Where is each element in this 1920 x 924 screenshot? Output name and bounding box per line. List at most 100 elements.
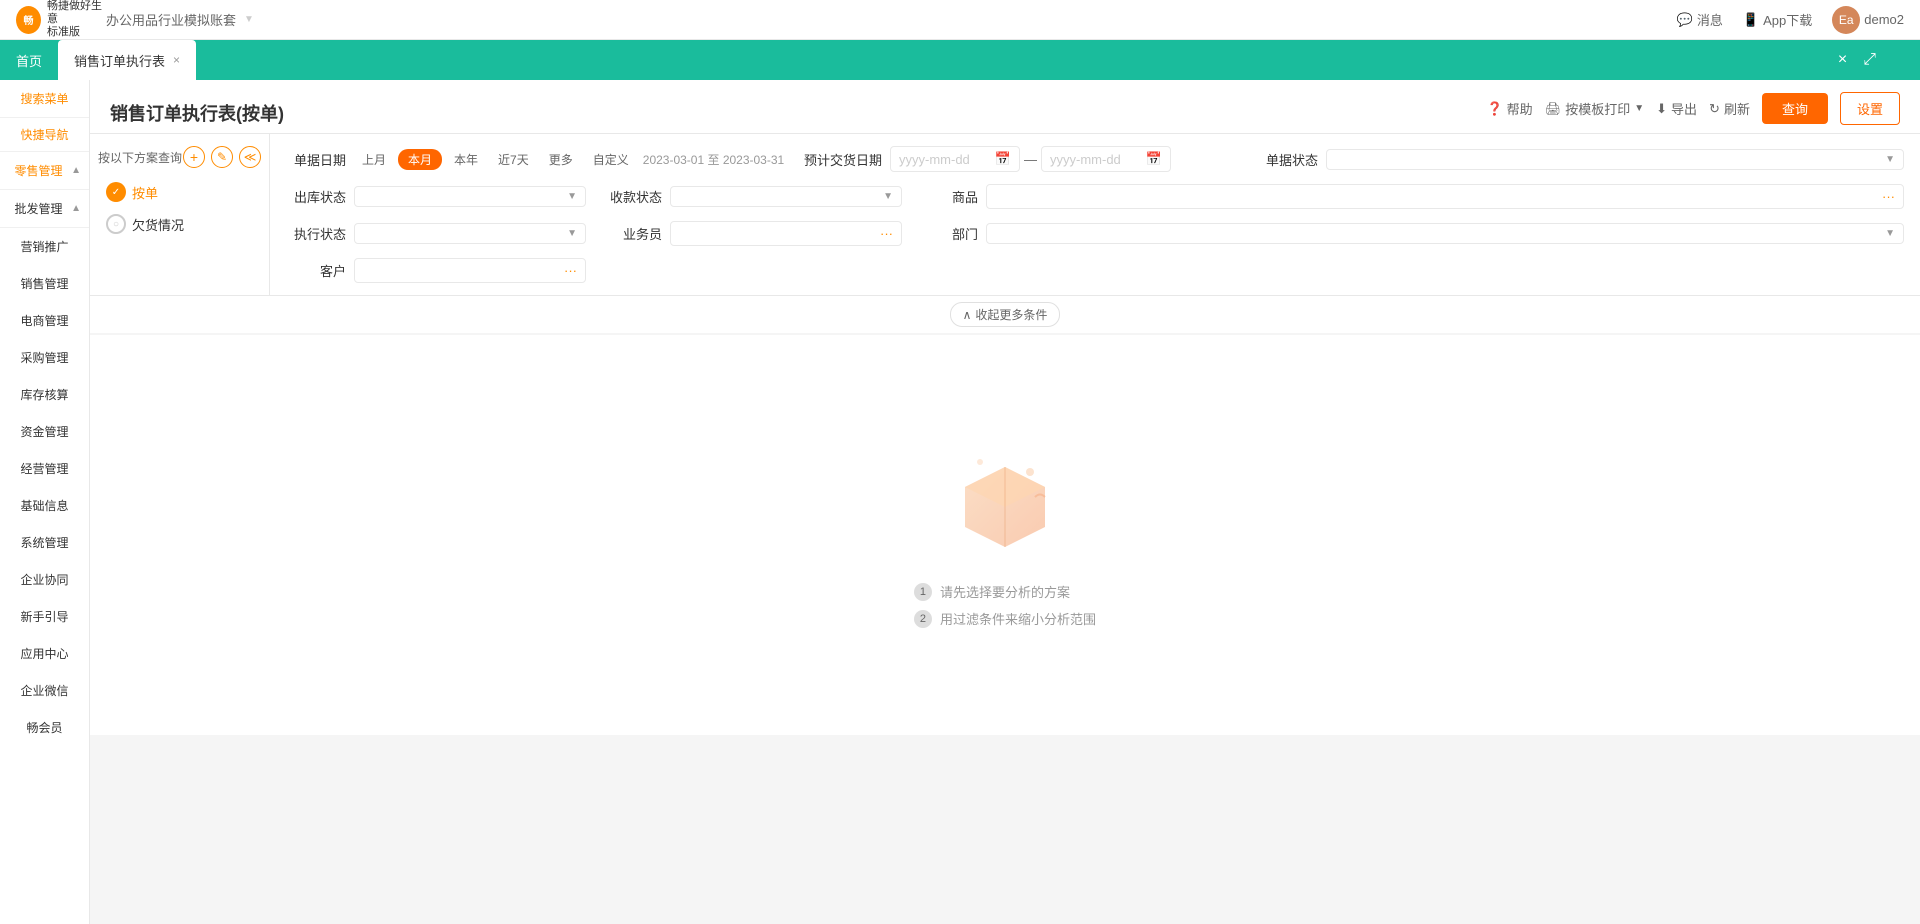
breadcrumb-arrow-icon: ▼ (244, 14, 254, 25)
sidebar-item-purchase[interactable]: 采购管理 (0, 339, 89, 376)
filter-field-order-status: 单据状态 ▼ (1258, 149, 1904, 170)
goods-dots: ··· (1882, 189, 1895, 204)
delivery-date-end[interactable]: yyyy-mm-dd 📅 (1041, 146, 1171, 172)
sidebar-item-sales[interactable]: 销售管理 (0, 265, 89, 302)
delivery-status-caret-icon: ▼ (567, 191, 577, 202)
help-button[interactable]: ❓ 帮助 (1486, 99, 1532, 118)
filter-field-goods: 商品 ··· (918, 184, 1904, 209)
calendar-end-icon: 📅 (1146, 151, 1162, 167)
delivery-label: 预计交货日期 (802, 150, 882, 169)
export-button[interactable]: ⬇ 导出 (1656, 99, 1697, 118)
refresh-button[interactable]: ↻ 刷新 (1709, 99, 1750, 118)
date-tab-custom[interactable]: 自定义 (585, 149, 637, 170)
delivery-status-label: 出库状态 (286, 187, 346, 206)
sidebar-item-app-center[interactable]: 应用中心 (0, 635, 89, 672)
sidebar-item-operations[interactable]: 经营管理 (0, 450, 89, 487)
salesman-label: 业务员 (602, 224, 662, 243)
sidebar-item-retail[interactable]: 零售管理 ▲ (0, 152, 89, 189)
layout: 搜索菜单 快捷导航 零售管理 ▲ 批发管理 ▲ 营销推广 销售管理 电商管理 采 (0, 0, 1920, 924)
query-button[interactable]: 查询 (1762, 93, 1828, 124)
empty-tips: 1 请先选择要分析的方案 2 用过滤条件来缩小分析范围 (914, 582, 1096, 628)
plan-item-order[interactable]: ✓ 按单 (98, 176, 261, 208)
sidebar-item-inventory[interactable]: 库存核算 (0, 376, 89, 413)
tab-close-icon[interactable]: × (173, 53, 180, 67)
message-icon: 💬 (1677, 12, 1693, 28)
department-select[interactable]: ▼ (986, 223, 1904, 244)
plan-shortage-icon: ○ (106, 214, 126, 234)
empty-state: 1 请先选择要分析的方案 2 用过滤条件来缩小分析范围 (90, 335, 1920, 735)
sidebar-item-wholesale[interactable]: 批发管理 ▲ (0, 190, 89, 227)
empty-tip-1: 1 请先选择要分析的方案 (914, 582, 1096, 601)
sidebar-item-enterprise[interactable]: 企业协同 (0, 561, 89, 598)
payment-status-label: 收款状态 (602, 187, 662, 206)
execution-status-select[interactable]: ▼ (354, 223, 586, 244)
order-status-select[interactable]: ▼ (1326, 149, 1904, 170)
execution-status-caret-icon: ▼ (567, 228, 577, 239)
date-tab-this-year[interactable]: 本年 (446, 149, 486, 170)
sidebar-item-ecommerce[interactable]: 电商管理 (0, 302, 89, 339)
date-range-delivery: yyyy-mm-dd 📅 — yyyy-mm-dd 📅 (890, 146, 1171, 172)
plan-item-shortage[interactable]: ○ 欠货情况 (98, 208, 261, 240)
window-close-button[interactable]: × (1834, 47, 1851, 73)
sidebar-quick-nav[interactable]: 快捷导航 (0, 118, 89, 152)
goods-label: 商品 (918, 187, 978, 206)
sidebar-item-system[interactable]: 系统管理 (0, 524, 89, 561)
date-tab-last-month[interactable]: 上月 (354, 149, 394, 170)
order-status-caret-icon: ▼ (1885, 154, 1895, 165)
window-maximize-button[interactable]: ⤢ (1859, 47, 1880, 73)
collapse-left-button[interactable]: ≪ (239, 146, 261, 168)
salesman-select[interactable]: ··· (670, 221, 902, 246)
collapse-icon: ∧ (963, 308, 972, 322)
customer-select[interactable]: ··· (354, 258, 586, 283)
settings-button[interactable]: 设置 (1840, 92, 1900, 125)
filter-field-execution-status: 执行状态 ▼ (286, 223, 586, 244)
app-download-button[interactable]: 📱 App下载 (1743, 10, 1812, 29)
breadcrumb[interactable]: 办公用品行业模拟账套 ▼ (106, 10, 1677, 29)
delivery-date-start[interactable]: yyyy-mm-dd 📅 (890, 146, 1020, 172)
filter-row-3: 执行状态 ▼ 业务员 ··· (286, 221, 1904, 246)
date-tab-this-month[interactable]: 本月 (398, 149, 442, 170)
sidebar-item-member[interactable]: 畅会员 (0, 709, 89, 746)
date-label: 单据日期 (286, 150, 346, 169)
sidebar: 搜索菜单 快捷导航 零售管理 ▲ 批发管理 ▲ 营销推广 销售管理 电商管理 采 (0, 80, 90, 924)
date-tab-more[interactable]: 更多 (541, 149, 581, 170)
main-content: 销售订单执行表(按单) ❓ 帮助 🖨 按模板打印 ▼ ⬇ 导出 ↻ 刷新 (90, 80, 1920, 924)
logo-icon: 畅 (16, 6, 41, 34)
print-button[interactable]: 🖨 按模板打印 ▼ (1545, 99, 1644, 118)
edit-plan-button[interactable]: ✎ (211, 146, 233, 168)
goods-select[interactable]: ··· (986, 184, 1904, 209)
sidebar-item-marketing[interactable]: 营销推广 (0, 228, 89, 265)
filter-rows: 单据日期 上月 本月 本年 近7天 更多 自定义 20 (286, 146, 1904, 283)
tab-home[interactable]: 首页 (0, 40, 58, 80)
sidebar-item-finance[interactable]: 资金管理 (0, 413, 89, 450)
retail-arrow-icon: ▲ (71, 165, 81, 176)
message-button[interactable]: 💬 消息 (1677, 10, 1723, 29)
collapse-button[interactable]: ∧ 收起更多条件 (950, 302, 1061, 327)
breadcrumb-text: 办公用品行业模拟账套 (106, 10, 236, 29)
sidebar-item-wechat[interactable]: 企业微信 (0, 672, 89, 709)
filter-field-delivery-status: 出库状态 ▼ (286, 186, 586, 207)
sidebar-item-basic-info[interactable]: 基础信息 (0, 487, 89, 524)
empty-illustration (945, 442, 1065, 562)
payment-status-select[interactable]: ▼ (670, 186, 902, 207)
filter-panel: 按以下方案查询 + ✎ ≪ ✓ 按单 ○ 欠货情况 (90, 134, 1920, 295)
tab-sales-order[interactable]: 销售订单执行表 × (58, 40, 196, 80)
sidebar-section-retail: 零售管理 ▲ (0, 152, 89, 190)
date-tab-7days[interactable]: 近7天 (490, 149, 537, 170)
salesman-dots: ··· (880, 226, 893, 241)
add-plan-button[interactable]: + (183, 146, 205, 168)
delivery-status-select[interactable]: ▼ (354, 186, 586, 207)
tip-num-1: 1 (914, 583, 932, 601)
logo-text: 畅捷做好生意 标准版 (47, 0, 106, 39)
refresh-icon: ↻ (1709, 101, 1720, 117)
print-icon: 🖨 (1545, 101, 1562, 117)
execution-status-label: 执行状态 (286, 224, 346, 243)
page-header: 销售订单执行表(按单) ❓ 帮助 🖨 按模板打印 ▼ ⬇ 导出 ↻ 刷新 (90, 80, 1920, 134)
sidebar-item-guide[interactable]: 新手引导 (0, 598, 89, 635)
tab-bar: 首页 销售订单执行表 × × ⤢ (0, 40, 1920, 80)
department-caret-icon: ▼ (1885, 228, 1895, 239)
filter-row-2: 出库状态 ▼ 收款状态 ▼ (286, 184, 1904, 209)
tab-bar-right: × ⤢ (1834, 47, 1880, 73)
user-menu[interactable]: Ea demo2 (1832, 6, 1904, 34)
sidebar-search[interactable]: 搜索菜单 (0, 80, 89, 118)
